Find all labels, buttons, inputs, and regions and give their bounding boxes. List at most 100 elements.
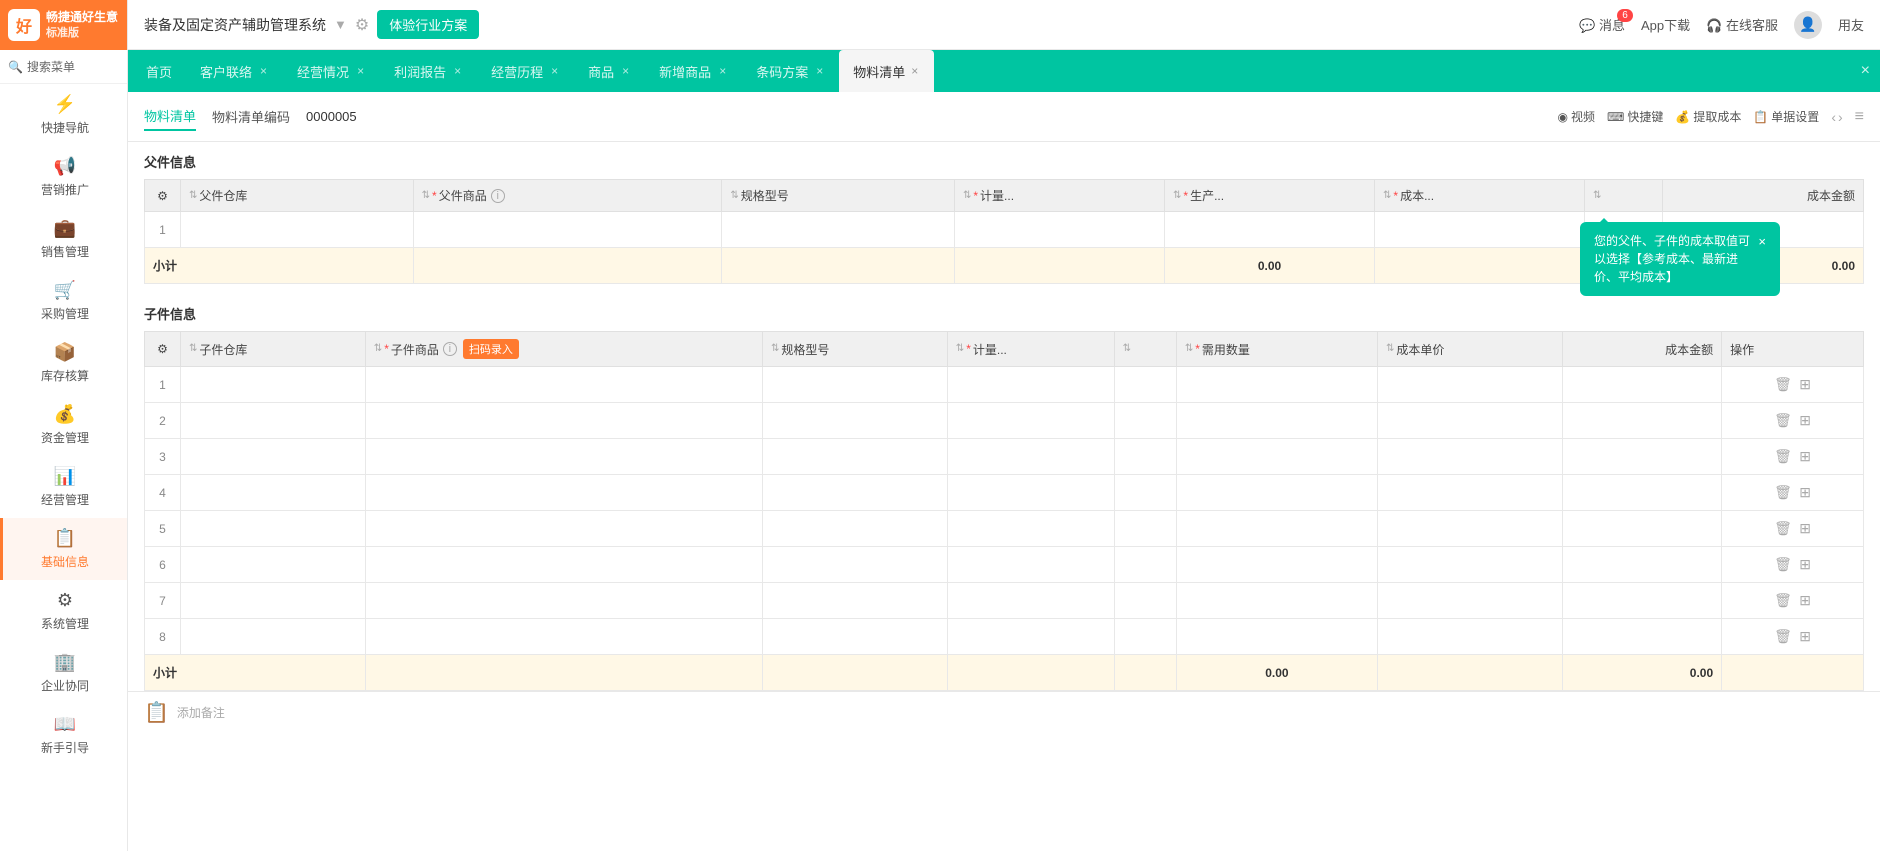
child-unit-cost-cell[interactable] — [1378, 619, 1563, 655]
copy-icon[interactable]: ⊞ — [1799, 628, 1811, 644]
child-qty-cell[interactable] — [1176, 439, 1377, 475]
parent-unit-cell[interactable] — [954, 212, 1164, 248]
child-goods-cell[interactable] — [365, 619, 762, 655]
trial-button[interactable]: 体验行业方案 — [377, 10, 479, 39]
message-icon-container[interactable]: 💬 6 消息 — [1579, 15, 1625, 34]
sub-tab-bom-code[interactable]: 物料清单编码 — [212, 103, 290, 130]
child-spec-cell[interactable] — [763, 403, 948, 439]
sidebar-item-basic-info[interactable]: 📋 基础信息 — [0, 518, 127, 580]
parent-goods-cell[interactable] — [413, 212, 722, 248]
copy-icon[interactable]: ⊞ — [1799, 520, 1811, 536]
tooltip-close-button[interactable]: × — [1758, 232, 1766, 252]
child-unit-cost-cell[interactable] — [1378, 583, 1563, 619]
sidebar-item-marketing[interactable]: 📢 营销推广 — [0, 146, 127, 208]
delete-icon[interactable]: 🗑 — [1774, 376, 1792, 392]
action-video[interactable]: ◉ 视频 — [1558, 108, 1596, 125]
child-unit-cell[interactable] — [947, 619, 1114, 655]
child-goods-cell[interactable] — [365, 583, 762, 619]
bottom-doc-icon[interactable]: 📋 — [144, 700, 169, 725]
sidebar-item-finance[interactable]: 💰 资金管理 — [0, 394, 127, 456]
copy-icon[interactable]: ⊞ — [1799, 412, 1811, 428]
child-qty-cell[interactable] — [1176, 475, 1377, 511]
child-info-icon[interactable]: i — [443, 342, 457, 356]
child-qty-cell[interactable] — [1176, 547, 1377, 583]
user-avatar[interactable]: 👤 — [1794, 11, 1822, 39]
child-unit-cell[interactable] — [947, 475, 1114, 511]
child-unit-cost-cell[interactable] — [1378, 403, 1563, 439]
child-extra-cell[interactable] — [1114, 439, 1176, 475]
tab-operations-close[interactable]: × — [355, 65, 366, 77]
copy-icon[interactable]: ⊞ — [1799, 592, 1811, 608]
child-goods-cell[interactable] — [365, 439, 762, 475]
child-extra-cell[interactable] — [1114, 547, 1176, 583]
tab-history-close[interactable]: × — [549, 65, 560, 77]
child-spec-cell[interactable] — [763, 547, 948, 583]
delete-icon[interactable]: 🗑 — [1774, 520, 1792, 536]
child-spec-cell[interactable] — [763, 583, 948, 619]
tab-profit[interactable]: 利润报告 × — [380, 50, 477, 92]
scan-input-button[interactable]: 扫码录入 — [463, 339, 519, 359]
child-extra-cell[interactable] — [1114, 475, 1176, 511]
child-unit-cost-cell[interactable] — [1378, 511, 1563, 547]
child-unit-cost-cell[interactable] — [1378, 367, 1563, 403]
action-doc-settings[interactable]: 📋 单据设置 — [1753, 108, 1819, 125]
child-goods-cell[interactable] — [365, 547, 762, 583]
sidebar-item-system[interactable]: ⚙ 系统管理 — [0, 580, 127, 642]
child-extra-cell[interactable] — [1114, 583, 1176, 619]
online-service-link[interactable]: 🎧 在线客服 — [1706, 15, 1778, 34]
child-spec-cell[interactable] — [763, 367, 948, 403]
delete-icon[interactable]: 🗑 — [1774, 556, 1792, 572]
tab-customer-close[interactable]: × — [258, 65, 269, 77]
sidebar-item-enterprise[interactable]: 🏢 企业协同 — [0, 642, 127, 704]
child-extra-cell[interactable] — [1114, 403, 1176, 439]
tab-customer[interactable]: 客户联络 × — [186, 50, 283, 92]
tab-new-goods-close[interactable]: × — [717, 65, 728, 77]
child-goods-cell[interactable] — [365, 367, 762, 403]
action-extract-cost[interactable]: 💰 提取成本 — [1675, 108, 1741, 125]
delete-icon[interactable]: 🗑 — [1774, 592, 1792, 608]
child-spec-cell[interactable] — [763, 475, 948, 511]
child-unit-cell[interactable] — [947, 547, 1114, 583]
sidebar-item-sales[interactable]: 💼 销售管理 — [0, 208, 127, 270]
parent-cost-cell[interactable] — [1375, 212, 1585, 248]
child-unit-cell[interactable] — [947, 367, 1114, 403]
child-unit-cell[interactable] — [947, 511, 1114, 547]
delete-icon[interactable]: 🗑 — [1774, 412, 1792, 428]
child-col-settings[interactable]: ⚙ — [145, 332, 181, 367]
child-goods-cell[interactable] — [365, 511, 762, 547]
parent-produce-cell[interactable] — [1165, 212, 1375, 248]
search-menu[interactable]: 🔍 搜索菜单 — [0, 50, 127, 84]
child-unit-cell[interactable] — [947, 439, 1114, 475]
child-unit-cost-cell[interactable] — [1378, 547, 1563, 583]
sidebar-item-inventory[interactable]: 📦 库存核算 — [0, 332, 127, 394]
child-unit-cost-cell[interactable] — [1378, 475, 1563, 511]
sidebar-item-purchase[interactable]: 🛒 采购管理 — [0, 270, 127, 332]
child-extra-cell[interactable] — [1114, 511, 1176, 547]
copy-icon[interactable]: ⊞ — [1799, 484, 1811, 500]
child-warehouse-cell[interactable] — [181, 403, 366, 439]
child-unit-cost-cell[interactable] — [1378, 439, 1563, 475]
child-spec-cell[interactable] — [763, 619, 948, 655]
child-unit-cell[interactable] — [947, 583, 1114, 619]
tab-operations[interactable]: 经营情况 × — [283, 50, 380, 92]
action-shortcut[interactable]: ⌨ 快捷键 — [1607, 108, 1663, 125]
tab-bar-close-all[interactable]: × — [1855, 50, 1876, 92]
arrow-right-icon[interactable]: › — [1838, 109, 1843, 125]
child-unit-cell[interactable] — [947, 403, 1114, 439]
delete-icon[interactable]: 🗑 — [1774, 628, 1792, 644]
tab-barcode[interactable]: 条码方案 × — [742, 50, 839, 92]
child-warehouse-cell[interactable] — [181, 619, 366, 655]
sidebar-item-operations[interactable]: 📊 经营管理 — [0, 456, 127, 518]
copy-icon[interactable]: ⊞ — [1799, 376, 1811, 392]
child-qty-cell[interactable] — [1176, 367, 1377, 403]
view-toggle-icon[interactable]: ≡ — [1855, 108, 1864, 126]
child-qty-cell[interactable] — [1176, 403, 1377, 439]
child-spec-cell[interactable] — [763, 439, 948, 475]
user-name[interactable]: 用友 — [1838, 15, 1864, 34]
child-warehouse-cell[interactable] — [181, 367, 366, 403]
tab-history[interactable]: 经营历程 × — [477, 50, 574, 92]
sidebar-item-quick-nav[interactable]: ⚡ 快捷导航 — [0, 84, 127, 146]
child-extra-cell[interactable] — [1114, 619, 1176, 655]
parent-warehouse-cell[interactable] — [181, 212, 414, 248]
tab-bom-close[interactable]: × — [909, 65, 920, 77]
